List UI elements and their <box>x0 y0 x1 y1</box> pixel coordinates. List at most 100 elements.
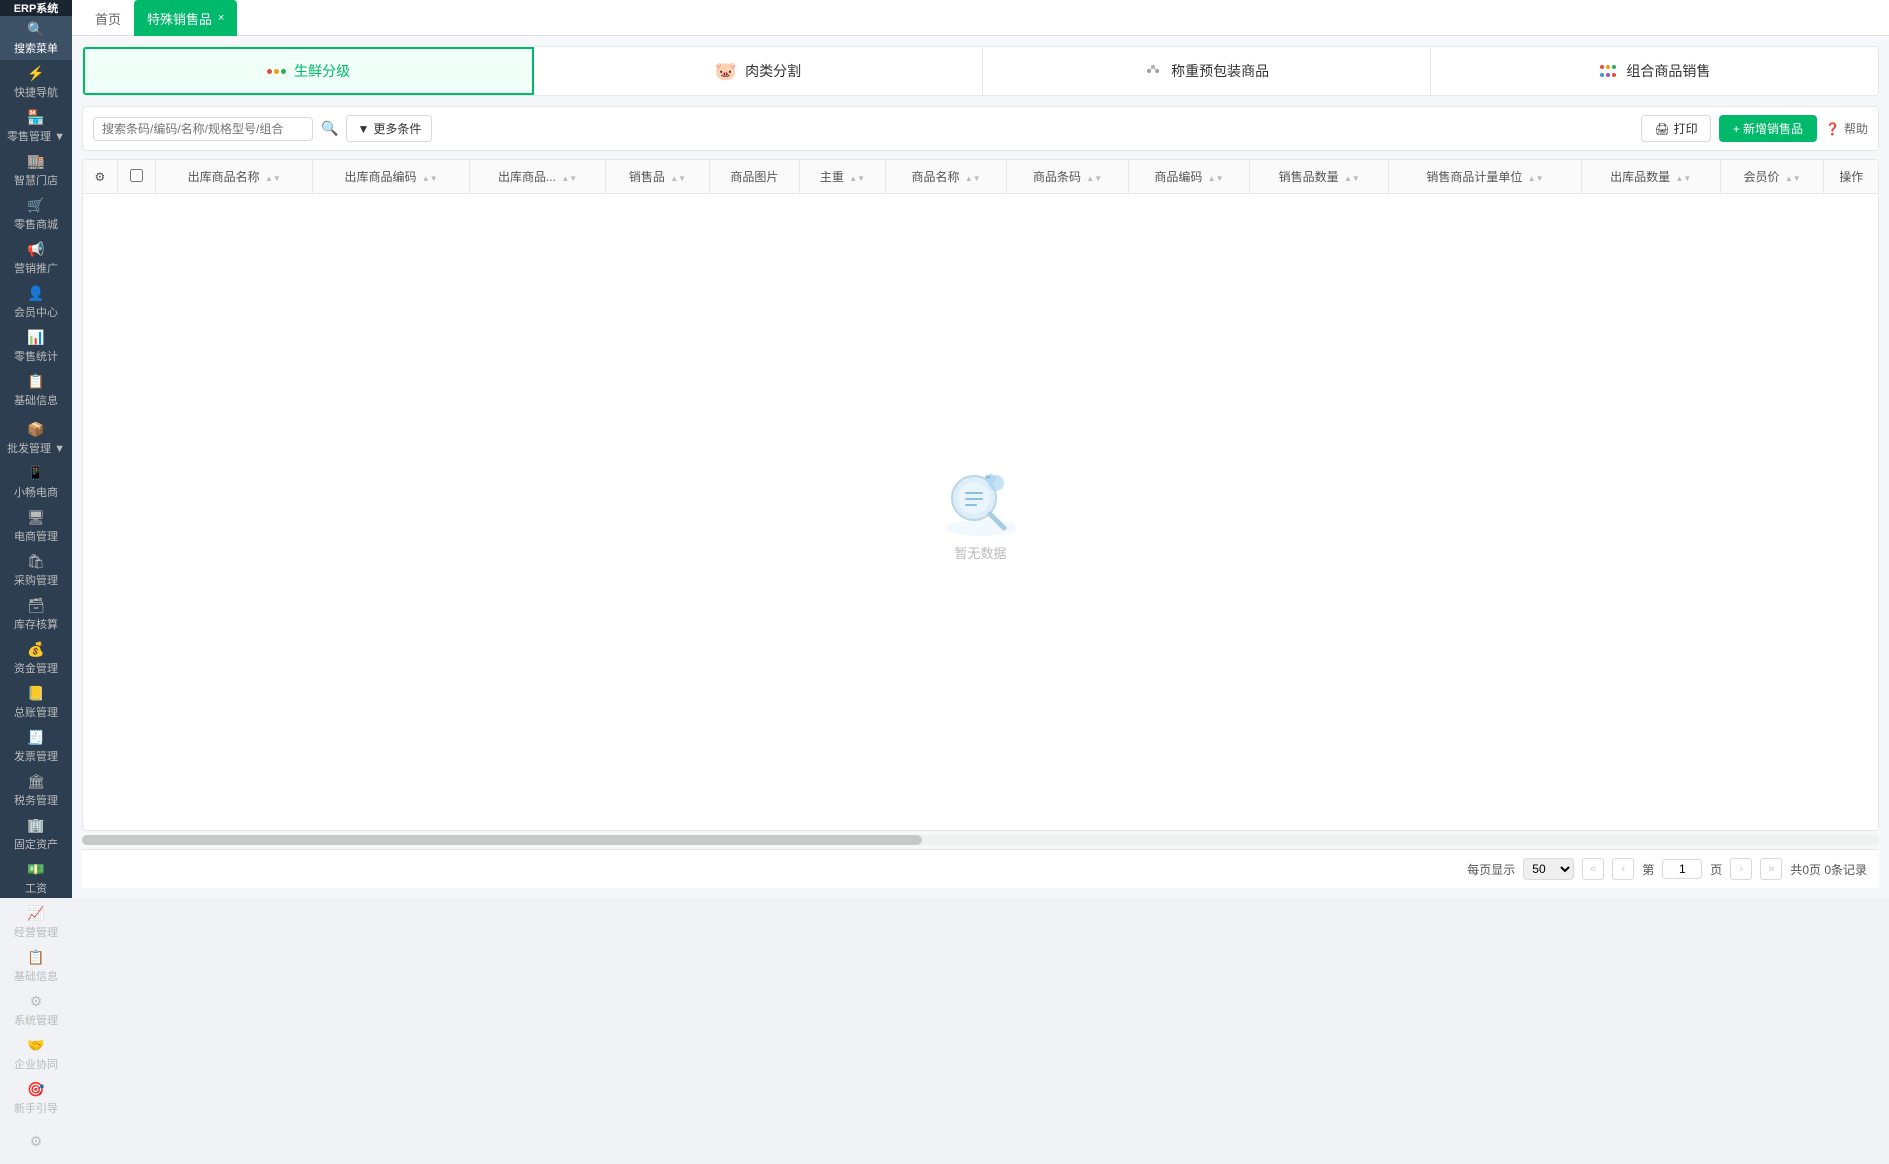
sidebar-item-invoice[interactable]: 🧾 发票管理 <box>0 724 72 768</box>
page-content: 生鲜分级 🐷 肉类分割 称重预包装商品 <box>72 36 1889 898</box>
sidebar-item-label: 系统管理 <box>14 1012 58 1028</box>
tax-icon: 🏛 <box>27 773 45 790</box>
sidebar-item-label: 经营管理 <box>14 924 58 940</box>
sidebar-item-enterprise[interactable]: 🤝 企业协同 <box>0 1032 72 1076</box>
search-icon: 🔍 <box>27 21 44 38</box>
sidebar-item-system[interactable]: ⚙ 系统管理 <box>0 988 72 1032</box>
sidebar-item-inventory[interactable]: 🗃 库存核算 <box>0 592 72 636</box>
empty-state: 暂无数据 <box>83 194 1878 830</box>
sidebar-item-smart-store[interactable]: 🏬 智慧门店 <box>0 148 72 192</box>
help-button[interactable]: ❓ 帮助 <box>1825 120 1868 137</box>
category-tab-fresh[interactable]: 生鲜分级 <box>83 47 534 95</box>
sidebar-item-label: 智慧门店 <box>14 172 58 188</box>
new-label: + 新增销售品 <box>1733 120 1803 137</box>
sidebar-item-label: 搜索菜单 <box>14 40 58 56</box>
sidebar-item-purchase[interactable]: 🛍 采购管理 <box>0 548 72 592</box>
sidebar-item-label: 会员中心 <box>14 304 58 320</box>
pagination: 每页显示 50 10 20 100 « ‹ 第 页 › » 共0页 0条记录 <box>82 849 1879 888</box>
sidebar-item-finance[interactable]: 💰 资金管理 <box>0 636 72 680</box>
sidebar-item-newbie[interactable]: 🎯 新手引导 <box>0 1076 72 1120</box>
last-page-btn[interactable]: » <box>1760 858 1782 880</box>
sidebar-item-fixed[interactable]: 🏢 固定资产 <box>0 812 72 856</box>
empty-illustration <box>936 463 1026 543</box>
print-button[interactable]: 🖨 打印 <box>1641 115 1710 142</box>
col-checkbox <box>117 160 155 194</box>
sidebar-item-settings[interactable]: ⚙ <box>0 1120 72 1164</box>
col-sale-qty[interactable]: 销售品数量 ▲▼ <box>1250 160 1389 194</box>
sidebar-item-mini-ecom[interactable]: 📱 小畅电商 <box>0 460 72 504</box>
category-tabs: 生鲜分级 🐷 肉类分割 称重预包装商品 <box>82 46 1879 96</box>
sidebar-item-retail-mall[interactable]: 🛒 零售商城 <box>0 192 72 236</box>
prev-page-btn[interactable]: ‹ <box>1612 858 1634 880</box>
next-page-btn[interactable]: › <box>1730 858 1752 880</box>
mall-icon: 🛒 <box>27 197 44 214</box>
col-weight[interactable]: 主重 ▲▼ <box>799 160 885 194</box>
select-all-checkbox[interactable] <box>130 169 143 182</box>
print-icon: 🖨 <box>1654 122 1669 136</box>
store-icon: 🏬 <box>27 153 44 170</box>
combo-label: 组合商品销售 <box>1626 61 1710 81</box>
col-sale-item[interactable]: 销售品 ▲▼ <box>606 160 710 194</box>
sidebar-item-search[interactable]: 🔍 搜索菜单 <box>0 16 72 60</box>
category-tab-meat[interactable]: 🐷 肉类分割 <box>534 47 982 95</box>
search-icon-btn[interactable]: 🔍 <box>321 120 338 137</box>
first-page-btn[interactable]: « <box>1582 858 1604 880</box>
sidebar-item-label: 快捷导航 <box>14 84 58 100</box>
col-out-code[interactable]: 出库商品编码 ▲▼ <box>313 160 470 194</box>
category-tab-combo[interactable]: 组合商品销售 <box>1431 47 1878 95</box>
fresh-dots <box>267 69 286 74</box>
per-page-label: 每页显示 <box>1467 861 1515 878</box>
col-sale-unit[interactable]: 销售商品计量单位 ▲▼ <box>1389 160 1581 194</box>
wages-icon: 💵 <box>27 861 44 878</box>
page-input[interactable] <box>1662 859 1702 879</box>
tab-close-btn[interactable]: × <box>218 12 224 24</box>
sidebar-item-label: 电商管理 <box>14 528 58 544</box>
sidebar-item-batch[interactable]: 📦 批发管理 ▼ <box>0 416 72 460</box>
col-operation: 操作 <box>1824 160 1878 194</box>
search-input[interactable] <box>93 117 313 141</box>
category-tab-weighing[interactable]: 称重预包装商品 <box>983 47 1431 95</box>
col-out-spec[interactable]: 出库商品... ▲▼ <box>469 160 605 194</box>
meat-cut-label: 肉类分割 <box>745 61 801 81</box>
tab-active[interactable]: 特殊销售品 × <box>134 0 237 36</box>
sidebar-item-label: 工资 <box>25 880 47 896</box>
toolbar-left: 🔍 ▼ 更多条件 <box>93 115 432 142</box>
sidebar-item-tax[interactable]: 🏛 税务管理 <box>0 768 72 812</box>
sidebar-item-retail[interactable]: 🏪 零售管理 ▼ <box>0 104 72 148</box>
scrollbar-container[interactable] <box>82 835 1879 845</box>
sidebar-item-label: 企业协同 <box>14 1056 58 1072</box>
col-barcode[interactable]: 商品条码 ▲▼ <box>1007 160 1128 194</box>
invoice-icon: 🧾 <box>27 729 44 746</box>
tab-active-label: 特殊销售品 <box>147 9 212 28</box>
sidebar-item-quick[interactable]: ⚡ 快捷导航 <box>0 60 72 104</box>
filter-button[interactable]: ▼ 更多条件 <box>346 115 432 142</box>
tab-home[interactable]: 首页 <box>82 0 134 36</box>
quick-icon: ⚡ <box>27 65 44 82</box>
sidebar-item-wages[interactable]: 💵 工资 <box>0 856 72 900</box>
filter-icon: ▼ <box>357 122 369 136</box>
sidebar-item-label: 采购管理 <box>14 572 58 588</box>
col-product-code[interactable]: 商品编码 ▲▼ <box>1128 160 1249 194</box>
sidebar-item-basic2[interactable]: 📋 基础信息 <box>0 944 72 988</box>
new-button[interactable]: + 新增销售品 <box>1719 115 1817 142</box>
col-out-qty[interactable]: 出库品数量 ▲▼ <box>1581 160 1720 194</box>
col-member-price[interactable]: 会员价 ▲▼ <box>1720 160 1824 194</box>
per-page-select[interactable]: 50 10 20 100 <box>1523 858 1574 880</box>
sidebar-item-basic-info[interactable]: 📋 基础信息 <box>0 368 72 412</box>
weighing-label: 称重预包装商品 <box>1171 61 1269 81</box>
data-table: ⚙ 出库商品名称 ▲▼ 出库商品编码 ▲▼ 出库商品... ▲▼ <box>83 160 1878 194</box>
sidebar-item-marketing[interactable]: 📢 营销推广 <box>0 236 72 280</box>
sidebar-item-ecom[interactable]: 🖥 电商管理 <box>0 504 72 548</box>
info-icon: 📋 <box>27 373 44 390</box>
sidebar-item-operations[interactable]: 📈 经营管理 <box>0 900 72 944</box>
sidebar-item-retail-stats[interactable]: 📊 零售统计 <box>0 324 72 368</box>
col-out-name[interactable]: 出库商品名称 ▲▼ <box>156 160 313 194</box>
sidebar-item-general[interactable]: 📒 总账管理 <box>0 680 72 724</box>
sidebar-item-member[interactable]: 👤 会员中心 <box>0 280 72 324</box>
sidebar-item-label: 库存核算 <box>14 616 58 632</box>
toolbar: 🔍 ▼ 更多条件 🖨 打印 + 新增销售品 ❓ 帮助 <box>82 106 1879 151</box>
basic2-icon: 📋 <box>27 949 44 966</box>
col-gear[interactable]: ⚙ <box>83 160 117 194</box>
sidebar-item-label: 零售统计 <box>14 348 58 364</box>
col-product-name[interactable]: 商品名称 ▲▼ <box>885 160 1006 194</box>
